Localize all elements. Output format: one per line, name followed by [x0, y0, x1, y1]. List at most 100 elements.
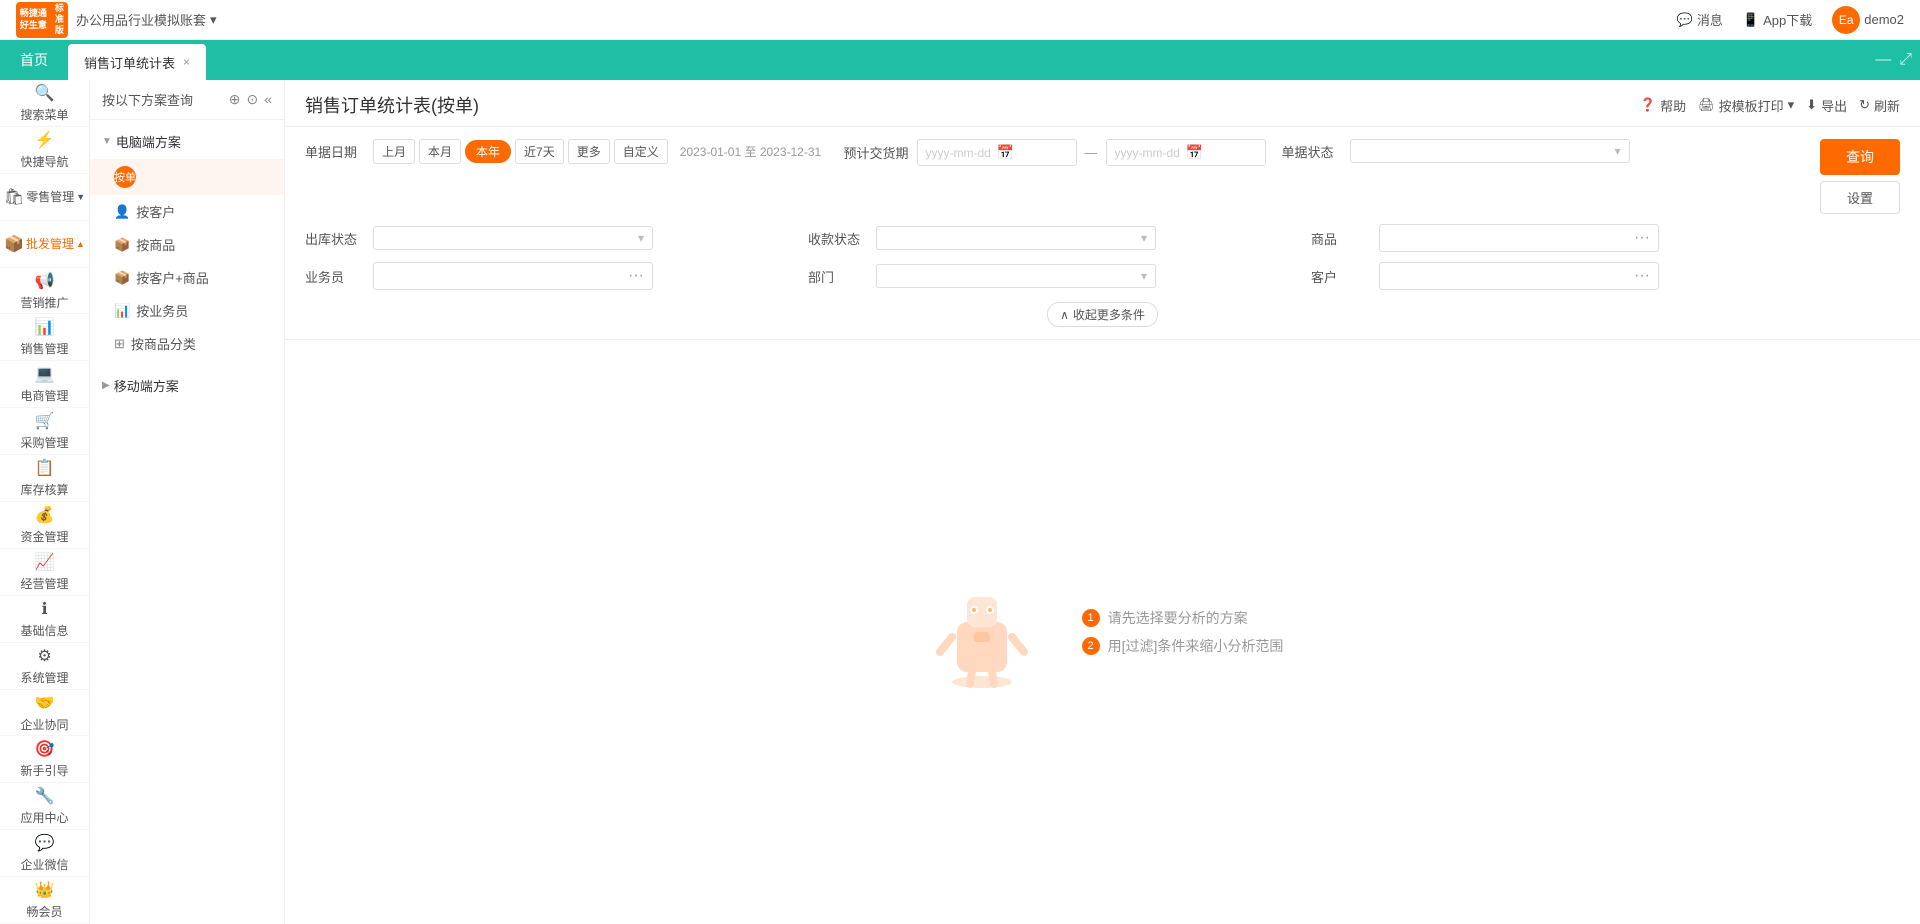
box-icon: 📦 [114, 237, 130, 253]
sidebar-item-operations[interactable]: 📈 经营管理 [0, 549, 89, 596]
top-bar-right: 💬 消息 📱 App下载 Ea demo2 [1677, 6, 1904, 34]
help-icon: ❓ [1640, 97, 1656, 113]
sidebar-item-system[interactable]: ⚙ 系统管理 [0, 643, 89, 690]
tab-maximize-icon[interactable]: ⤢ [1899, 51, 1912, 69]
sidebar-item-newbie[interactable]: 🎯 新手引导 [0, 736, 89, 783]
person-icon: 👤 [114, 204, 130, 220]
wechat-icon: 💬 [35, 833, 55, 853]
user-menu[interactable]: Ea demo2 [1832, 6, 1904, 34]
app-selector[interactable]: 办公用品行业模拟账套 ▾ [76, 10, 217, 29]
refresh-button[interactable]: ↻ 刷新 [1859, 96, 1900, 115]
sidebar-item-search[interactable]: 🔍 搜索菜单 [0, 80, 89, 127]
chevron-up-icon-wholesale: ▲ [76, 239, 85, 249]
empty-hint-2: 2 用[过滤]条件来缩小分析范围 [1082, 636, 1284, 656]
mobile-section-title[interactable]: ▶ 移动端方案 [90, 368, 284, 403]
scheme-by-goods[interactable]: 📦 按商品 [90, 228, 284, 261]
delivery-filter: 出库状态 ▾ [305, 226, 792, 250]
desktop-schemes-section: ▼ 电脑端方案 按单 👤 按客户 📦 按商品 📦 [90, 120, 284, 364]
sidebar-item-ecom[interactable]: 💻 电商管理 [0, 361, 89, 408]
desktop-section-title[interactable]: ▼ 电脑端方案 [90, 124, 284, 159]
dots-icon-salesperson[interactable]: ··· [628, 267, 644, 285]
tab-minimize-icon[interactable]: — [1875, 51, 1891, 69]
tab-home[interactable]: 首页 [0, 40, 68, 80]
payment-select[interactable]: ▾ [876, 226, 1156, 250]
dept-select[interactable]: ▾ [876, 264, 1156, 288]
scheme-by-salesperson[interactable]: 📊 按业务员 [90, 294, 284, 327]
hint-num-2: 2 [1082, 637, 1100, 655]
collapse-button[interactable]: ∧ 收起更多条件 [1047, 302, 1158, 327]
date-btn-last-7[interactable]: 近7天 [515, 139, 564, 164]
sidebar-item-retail[interactable]: 🛍 零售管理 ▼ [0, 174, 89, 221]
settings-scheme-button[interactable]: ⊙ [246, 91, 258, 108]
salesperson-select[interactable]: ··· [373, 262, 653, 290]
chevron-down-icon-retail: ▼ [76, 192, 85, 202]
dots-icon-customer[interactable]: ··· [1634, 267, 1650, 285]
left-panel-header-icons: ⊕ ⊙ « [229, 91, 272, 108]
dept-label: 部门 [808, 267, 868, 286]
date-btn-this-month[interactable]: 本月 [419, 139, 461, 164]
query-button[interactable]: 查询 [1820, 139, 1900, 175]
status-filter: 单据状态 ▾ [1282, 139, 1805, 163]
expected-date-from[interactable]: yyyy-mm-dd 📅 [917, 139, 1077, 166]
sidebar-item-base-info[interactable]: ℹ 基础信息 [0, 596, 89, 643]
scheme-by-customer-goods[interactable]: 📦 按客户+商品 [90, 261, 284, 294]
export-button[interactable]: ⬇ 导出 [1806, 96, 1847, 115]
sidebar-item-sales[interactable]: 📊 销售管理 [0, 314, 89, 361]
chevron-down-icon-payment: ▾ [1141, 231, 1147, 245]
dots-icon-goods[interactable]: ··· [1634, 229, 1650, 247]
finance-icon: 💰 [35, 505, 55, 525]
sidebar-item-marketing[interactable]: 📢 营销推广 [0, 268, 89, 315]
purchase-icon: 🛒 [35, 411, 55, 431]
sidebar-item-app-center[interactable]: 🔧 应用中心 [0, 783, 89, 830]
print-icon: 🖨 [1698, 97, 1715, 113]
sidebar-item-inventory[interactable]: 📋 库存核算 [0, 455, 89, 502]
date-btn-custom[interactable]: 自定义 [614, 139, 668, 164]
sidebar-item-wechat[interactable]: 💬 企业微信 [0, 830, 89, 877]
add-scheme-button[interactable]: ⊕ [229, 91, 241, 108]
expected-date-to[interactable]: yyyy-mm-dd 📅 [1106, 139, 1266, 166]
tab-sales-stats[interactable]: 销售订单统计表 × [68, 44, 206, 80]
sidebar-item-nav[interactable]: ⚡ 快捷导航 [0, 127, 89, 174]
template-print-button[interactable]: 🖨 按模板打印 ▾ [1698, 96, 1794, 115]
reset-button[interactable]: 设置 [1820, 181, 1900, 214]
app-download-button[interactable]: 📱 App下载 [1743, 10, 1812, 29]
left-panel: 按以下方案查询 ⊕ ⊙ « ▼ 电脑端方案 按单 � [90, 80, 285, 924]
delivery-select[interactable]: ▾ [373, 226, 653, 250]
sidebar-item-collaboration[interactable]: 🤝 企业协同 [0, 690, 89, 737]
date-btn-more[interactable]: 更多 [568, 139, 610, 164]
sidebar-item-finance[interactable]: 💰 资金管理 [0, 502, 89, 549]
goods-select[interactable]: ··· [1379, 224, 1659, 252]
help-button[interactable]: ❓ 帮助 [1640, 96, 1686, 115]
download-icon: 📱 [1743, 12, 1759, 28]
calendar-icon-from: 📅 [997, 144, 1014, 161]
chevron-down-icon: ▾ [210, 12, 217, 28]
filter-area: 单据日期 上月 本月 本年 近7天 更多 自定义 2023-01-01 至 20… [285, 127, 1920, 340]
scheme-by-goods-category[interactable]: ⊞ 按商品分类 [90, 327, 284, 360]
sidebar-item-purchase[interactable]: 🛒 采购管理 [0, 408, 89, 455]
app-logo: 畅捷通好生意 标准版 [16, 2, 68, 38]
page-title-bar: 销售订单统计表(按单) ❓ 帮助 🖨 按模板打印 ▾ ⬇ 导出 [285, 80, 1920, 127]
tab-close-icon[interactable]: × [183, 55, 190, 69]
scheme-by-customer[interactable]: 👤 按客户 [90, 195, 284, 228]
collapse-panel-button[interactable]: « [264, 91, 272, 108]
top-bar: 畅捷通好生意 标准版 办公用品行业模拟账套 ▾ 💬 消息 📱 App下载 Ea … [0, 0, 1920, 40]
main-layout: 🔍 搜索菜单 ⚡ 快捷导航 🛍 零售管理 ▼ 📦 批发管理 ▲ 📢 营销推广 📊… [0, 80, 1920, 924]
filter-row-2: 出库状态 ▾ 收款状态 ▾ 商品 [305, 224, 1900, 252]
ecom-icon: 💻 [35, 364, 55, 384]
customer-label: 客户 [1311, 267, 1371, 286]
search-icon: 🔍 [35, 83, 55, 103]
date-btn-last-month[interactable]: 上月 [373, 139, 415, 164]
calendar-icon-to: 📅 [1186, 144, 1203, 161]
date-btn-this-year[interactable]: 本年 [465, 140, 511, 163]
customer-select[interactable]: ··· [1379, 262, 1659, 290]
empty-state: 1 请先选择要分析的方案 2 用[过滤]条件来缩小分析范围 [285, 340, 1920, 924]
sidebar-item-wholesale[interactable]: 📦 批发管理 ▲ [0, 221, 89, 268]
scheme-by-order[interactable]: 按单 [90, 159, 284, 195]
expected-date-filter: 预计交货期 yyyy-mm-dd 📅 — yyyy-mm-dd 📅 [844, 139, 1266, 166]
date-label: 单据日期 [305, 142, 365, 161]
chevron-up-icon-collapse: ∧ [1060, 308, 1069, 322]
status-select[interactable]: ▾ [1350, 139, 1630, 163]
app-center-icon: 🔧 [35, 786, 55, 806]
sidebar-item-member[interactable]: 👑 畅会员 [0, 877, 89, 924]
message-button[interactable]: 💬 消息 [1677, 10, 1723, 29]
